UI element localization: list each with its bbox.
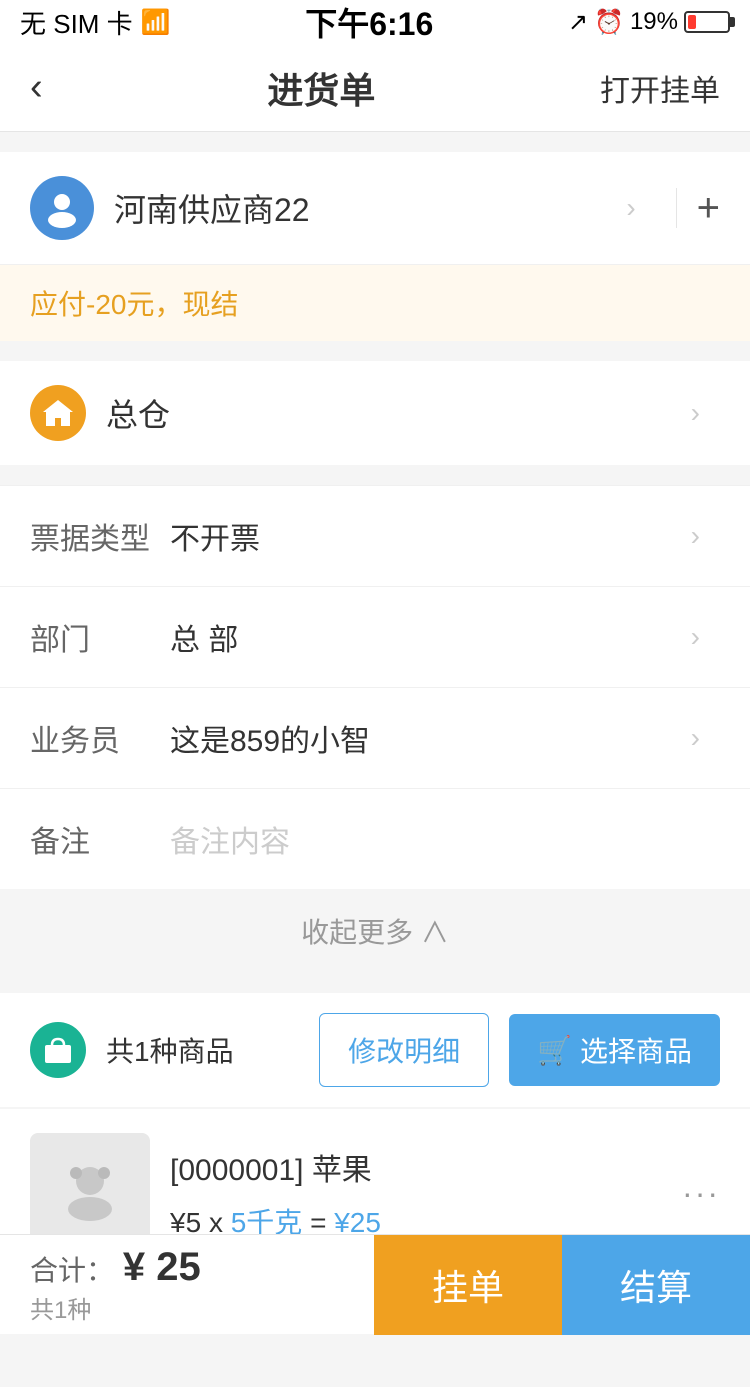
- gap-2: [0, 341, 750, 361]
- product-title: 苹果: [312, 1154, 372, 1187]
- home-icon: [41, 396, 75, 430]
- dept-label: 部门: [30, 615, 170, 659]
- nav-bar: ‹ 进货单 打开挂单: [0, 44, 750, 132]
- product-count-icon: [30, 1022, 86, 1078]
- gap-4: [0, 973, 750, 993]
- total-count: 共1种: [30, 1290, 344, 1325]
- back-button[interactable]: ‹: [30, 66, 43, 109]
- location-icon: ↗: [568, 8, 588, 37]
- supplier-name: 河南供应商22: [114, 185, 626, 231]
- invoice-row[interactable]: 票据类型 不开票 ›: [0, 485, 750, 586]
- product-logo-icon: [50, 1153, 130, 1233]
- product-code: [0000001]: [170, 1154, 303, 1187]
- status-right: ↗ ⏰ 19%: [568, 8, 730, 37]
- more-button[interactable]: ···: [682, 1175, 720, 1212]
- dept-chevron-icon: ›: [691, 621, 700, 653]
- battery-icon: [684, 11, 730, 33]
- wifi-icon: 📶: [141, 8, 171, 37]
- gap-3: [0, 465, 750, 485]
- bottom-bar: 合计： ¥ 25 共1种 挂单 结算: [0, 1234, 750, 1334]
- divider: [676, 188, 677, 228]
- remark-row[interactable]: 备注 备注内容: [0, 788, 750, 889]
- select-product-label: 选择商品: [580, 1030, 692, 1070]
- add-button[interactable]: +: [697, 188, 720, 228]
- supplier-avatar: [30, 176, 94, 240]
- select-product-icon: 🛒: [537, 1034, 572, 1067]
- total-row: 合计： ¥ 25: [30, 1245, 344, 1290]
- supplier-chevron-icon: ›: [626, 192, 635, 224]
- total-section: 合计： ¥ 25 共1种: [0, 1245, 374, 1325]
- warehouse-section[interactable]: 总仓 ›: [0, 361, 750, 465]
- product-name: [0000001] 苹果: [170, 1145, 662, 1189]
- form-section: 票据类型 不开票 › 部门 总 部 › 业务员 这是859的小智 › 备注 备注…: [0, 485, 750, 889]
- product-header: 共1种商品 修改明细 🛒 选择商品: [0, 993, 750, 1107]
- supplier-section: 河南供应商22 › + 应付-20元，现结: [0, 152, 750, 341]
- hang-button[interactable]: 挂单: [374, 1235, 562, 1335]
- page-title: 进货单: [267, 62, 375, 114]
- invoice-label: 票据类型: [30, 514, 170, 558]
- person-icon: [42, 188, 82, 228]
- collapse-row[interactable]: 收起更多 ∧: [0, 889, 750, 973]
- settle-button[interactable]: 结算: [562, 1235, 750, 1335]
- salesman-row[interactable]: 业务员 这是859的小智 ›: [0, 687, 750, 788]
- salesman-label: 业务员: [30, 716, 170, 760]
- product-info: [0000001] 苹果 ¥5 x 5千克 = ¥25: [170, 1145, 662, 1241]
- total-label: 合计：: [30, 1255, 114, 1286]
- open-hang-button[interactable]: 打开挂单: [600, 66, 720, 110]
- gap-1: [0, 132, 750, 152]
- product-count-text: 共1种商品: [106, 1030, 299, 1070]
- status-time: 下午6:16: [305, 0, 433, 45]
- invoice-value: 不开票: [170, 514, 691, 558]
- warehouse-row[interactable]: 总仓 ›: [0, 361, 750, 465]
- total-amount: ¥ 25: [123, 1245, 201, 1289]
- salesman-value: 这是859的小智: [170, 716, 691, 760]
- remark-input[interactable]: 备注内容: [170, 817, 720, 861]
- notice-banner: 应付-20元，现结: [0, 265, 750, 341]
- status-bar: 无 SIM 卡 📶 下午6:16 ↗ ⏰ 19%: [0, 0, 750, 44]
- edit-detail-button[interactable]: 修改明细: [319, 1013, 489, 1087]
- warehouse-name: 总仓: [106, 390, 691, 436]
- battery-pct: 19%: [630, 8, 678, 36]
- battery-fill: [688, 15, 696, 29]
- warehouse-chevron-icon: ›: [691, 397, 700, 429]
- bag-icon: [41, 1033, 75, 1067]
- supplier-row[interactable]: 河南供应商22 › +: [0, 152, 750, 265]
- remark-label: 备注: [30, 817, 170, 861]
- warehouse-icon: [30, 385, 86, 441]
- select-product-button[interactable]: 🛒 选择商品: [509, 1014, 720, 1086]
- invoice-chevron-icon: ›: [691, 520, 700, 552]
- carrier-text: 无 SIM 卡: [20, 4, 133, 41]
- status-left: 无 SIM 卡 📶: [20, 4, 171, 41]
- dept-row[interactable]: 部门 总 部 ›: [0, 586, 750, 687]
- alarm-icon: ⏰: [594, 8, 624, 37]
- salesman-chevron-icon: ›: [691, 722, 700, 754]
- dept-value: 总 部: [170, 615, 691, 659]
